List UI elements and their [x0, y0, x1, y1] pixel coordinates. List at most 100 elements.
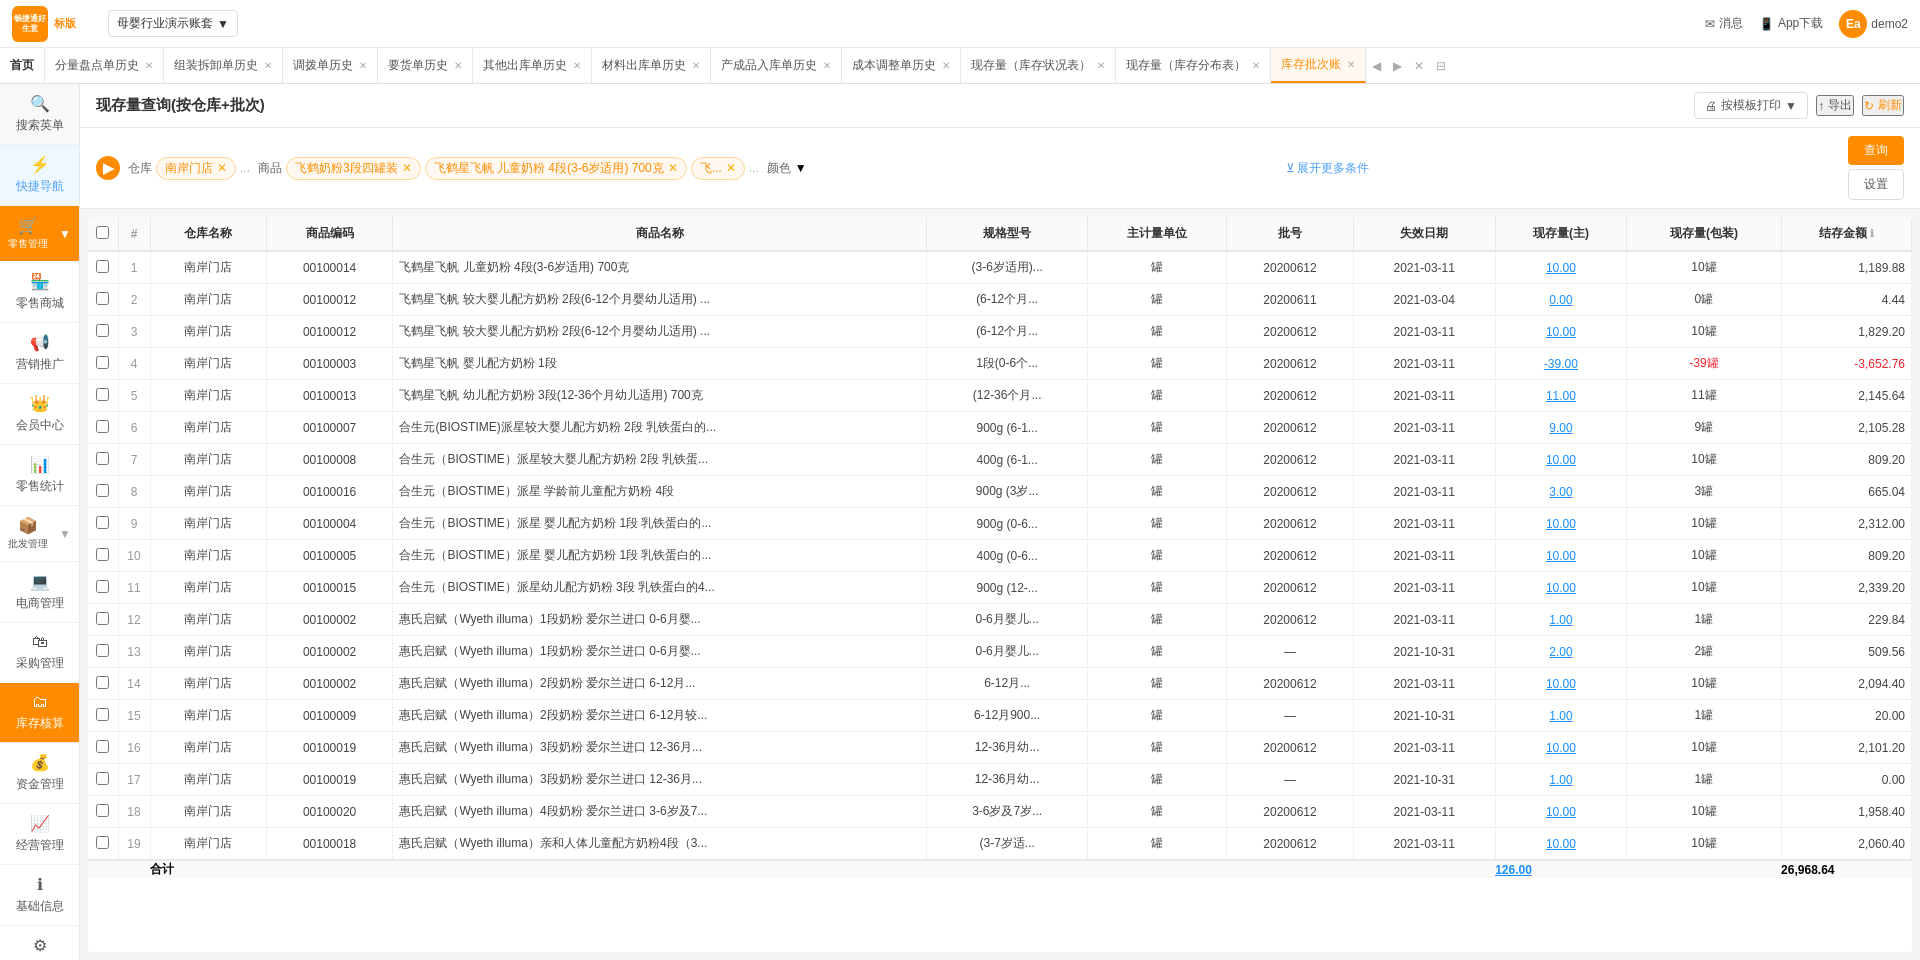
close-icon[interactable]: ✕	[454, 60, 462, 71]
remove-warehouse-tag-icon[interactable]: ✕	[217, 161, 227, 175]
close-icon[interactable]: ✕	[359, 60, 367, 71]
remove-product-tag-2-icon[interactable]: ✕	[668, 161, 678, 175]
export-button[interactable]: ↑ 导出	[1816, 95, 1854, 116]
product-filter-tag-2[interactable]: 飞鹤星飞帆 儿童奶粉 4段(3-6岁适用) 700克 ✕	[425, 157, 687, 180]
row-checkbox[interactable]	[96, 644, 109, 657]
row-checkbox[interactable]	[96, 676, 109, 689]
row-no: 18	[118, 796, 150, 828]
expand-filter-button[interactable]: ⊻ 展开更多条件	[1286, 160, 1369, 177]
table-row: 5 南岸门店 00100013 飞鹤星飞帆 幼儿配方奶粉 3段(12-36个月幼…	[88, 380, 1912, 412]
tab-diaob[interactable]: 调拨单历史 ✕	[283, 48, 378, 83]
row-qty-pkg: 10罐	[1627, 572, 1781, 604]
row-checkbox[interactable]	[96, 612, 109, 625]
close-icon[interactable]: ✕	[573, 60, 581, 71]
product-filter-tag-3[interactable]: 飞... ✕	[691, 157, 745, 180]
close-icon[interactable]: ✕	[942, 60, 950, 71]
settings-button[interactable]: 设置	[1848, 169, 1904, 200]
row-checkbox[interactable]	[96, 548, 109, 561]
sidebar-item-inventory[interactable]: 🗂 库存核算	[0, 683, 79, 743]
more-product-icon[interactable]: ...	[749, 161, 759, 175]
app-download-button[interactable]: 📱 App下载	[1759, 15, 1823, 32]
tab-cailiaochu[interactable]: 材料出库单历史 ✕	[592, 48, 711, 83]
close-icon[interactable]: ✕	[264, 60, 272, 71]
close-icon[interactable]: ✕	[1252, 60, 1260, 71]
row-checkbox[interactable]	[96, 836, 109, 849]
tab-home[interactable]: 首页	[0, 48, 45, 83]
sidebar-item-member[interactable]: 👑 会员中心	[0, 384, 79, 445]
product-filter-tag-1[interactable]: 飞鹤奶粉3段四罐装 ✕	[286, 157, 421, 180]
row-warehouse: 南岸门店	[150, 572, 266, 604]
tab-expand-icon[interactable]: ⊟	[1430, 48, 1452, 83]
sidebar-item-nav[interactable]: ⚡ 快捷导航	[0, 145, 79, 206]
sidebar-item-system[interactable]: ⚙ 系统管理	[0, 926, 79, 960]
sidebar-item-purchase[interactable]: 🛍 采购管理	[0, 623, 79, 683]
tab-close-all[interactable]: ✕	[1408, 48, 1430, 83]
color-dropdown-arrow[interactable]: ▼	[795, 161, 807, 175]
row-checkbox-cell	[88, 732, 118, 764]
warehouse-filter-tag[interactable]: 南岸门店 ✕	[156, 157, 236, 180]
warehouse-selector[interactable]: 母婴行业演示账套 ▼	[108, 10, 238, 37]
close-icon[interactable]: ✕	[1097, 60, 1105, 71]
sidebar-item-retail-mgmt[interactable]: 🛒 零售管理 ▼	[0, 206, 79, 262]
row-checkbox[interactable]	[96, 484, 109, 497]
row-checkbox[interactable]	[96, 356, 109, 369]
sidebar-item-operations[interactable]: 📈 经营管理	[0, 804, 79, 865]
user-avatar[interactable]: Ea demo2	[1839, 10, 1908, 38]
row-no: 17	[118, 764, 150, 796]
remove-product-tag-1-icon[interactable]: ✕	[402, 161, 412, 175]
row-checkbox[interactable]	[96, 740, 109, 753]
tab-prev-arrow[interactable]: ◀	[1366, 48, 1387, 83]
sidebar-item-finance[interactable]: 💰 资金管理	[0, 743, 79, 804]
row-qty-pkg: 10罐	[1627, 828, 1781, 861]
refresh-button[interactable]: ↻ 刷新	[1862, 95, 1904, 116]
query-button[interactable]: 查询	[1848, 136, 1904, 165]
remove-product-tag-3-icon[interactable]: ✕	[726, 161, 736, 175]
row-no: 7	[118, 444, 150, 476]
tab-chanchengru[interactable]: 产成品入库单历史 ✕	[711, 48, 842, 83]
tab-xiancun2[interactable]: 现存量（库存分布表） ✕	[1116, 48, 1271, 83]
tab-qitachu[interactable]: 其他出库单历史 ✕	[473, 48, 592, 83]
row-checkbox-cell	[88, 476, 118, 508]
row-checkbox[interactable]	[96, 292, 109, 305]
row-checkbox[interactable]	[96, 772, 109, 785]
row-checkbox[interactable]	[96, 324, 109, 337]
tab-next-arrow[interactable]: ▶	[1387, 48, 1408, 83]
sidebar-item-marketing[interactable]: 📢 营销推广	[0, 323, 79, 384]
row-checkbox[interactable]	[96, 452, 109, 465]
row-spec: 400g (6-1...	[927, 444, 1088, 476]
more-warehouse-icon[interactable]: ...	[240, 161, 250, 175]
close-icon[interactable]: ✕	[1347, 59, 1355, 70]
filter-toggle-button[interactable]: ▶	[96, 156, 120, 180]
chevron-icon: ▼	[59, 227, 71, 241]
row-checkbox[interactable]	[96, 388, 109, 401]
close-icon[interactable]: ✕	[692, 60, 700, 71]
template-print-button[interactable]: 🖨 按模板打印 ▼	[1694, 92, 1808, 119]
close-icon[interactable]: ✕	[145, 60, 153, 71]
amount-info-icon[interactable]: ℹ	[1870, 228, 1874, 239]
row-checkbox[interactable]	[96, 420, 109, 433]
sidebar-item-ecommerce[interactable]: 💻 电商管理	[0, 562, 79, 623]
row-checkbox[interactable]	[96, 708, 109, 721]
row-spec: (6-12个月...	[927, 284, 1088, 316]
tab-zuhe[interactable]: 组装拆卸单历史 ✕	[164, 48, 283, 83]
row-checkbox[interactable]	[96, 580, 109, 593]
row-checkbox[interactable]	[96, 804, 109, 817]
tab-chengben[interactable]: 成本调整单历史 ✕	[842, 48, 961, 83]
sidebar-item-basic-info[interactable]: ℹ 基础信息	[0, 865, 79, 926]
sidebar-item-retail-stats[interactable]: 📊 零售统计	[0, 445, 79, 506]
tab-kupici[interactable]: 库存批次账 ✕	[1271, 48, 1366, 83]
sidebar-item-search[interactable]: 🔍 搜索英单	[0, 84, 79, 145]
row-checkbox[interactable]	[96, 516, 109, 529]
row-no: 13	[118, 636, 150, 668]
close-icon[interactable]: ✕	[823, 60, 831, 71]
tab-yaohuo[interactable]: 要货单历史 ✕	[378, 48, 473, 83]
row-checkbox[interactable]	[96, 260, 109, 273]
row-batch: 20200612	[1227, 828, 1354, 861]
message-button[interactable]: ✉ 消息	[1705, 15, 1743, 32]
tab-fenpan[interactable]: 分量盘点单历史 ✕	[45, 48, 164, 83]
table-row: 10 南岸门店 00100005 合生元（BIOSTIME）派星 婴儿配方奶粉 …	[88, 540, 1912, 572]
sidebar-item-mall[interactable]: 🏪 零售商城	[0, 262, 79, 323]
sidebar-item-wholesale[interactable]: 📦 批发管理 ▼	[0, 506, 79, 562]
select-all-checkbox[interactable]	[96, 226, 109, 239]
tab-xiancun1[interactable]: 现存量（库存状况表） ✕	[961, 48, 1116, 83]
